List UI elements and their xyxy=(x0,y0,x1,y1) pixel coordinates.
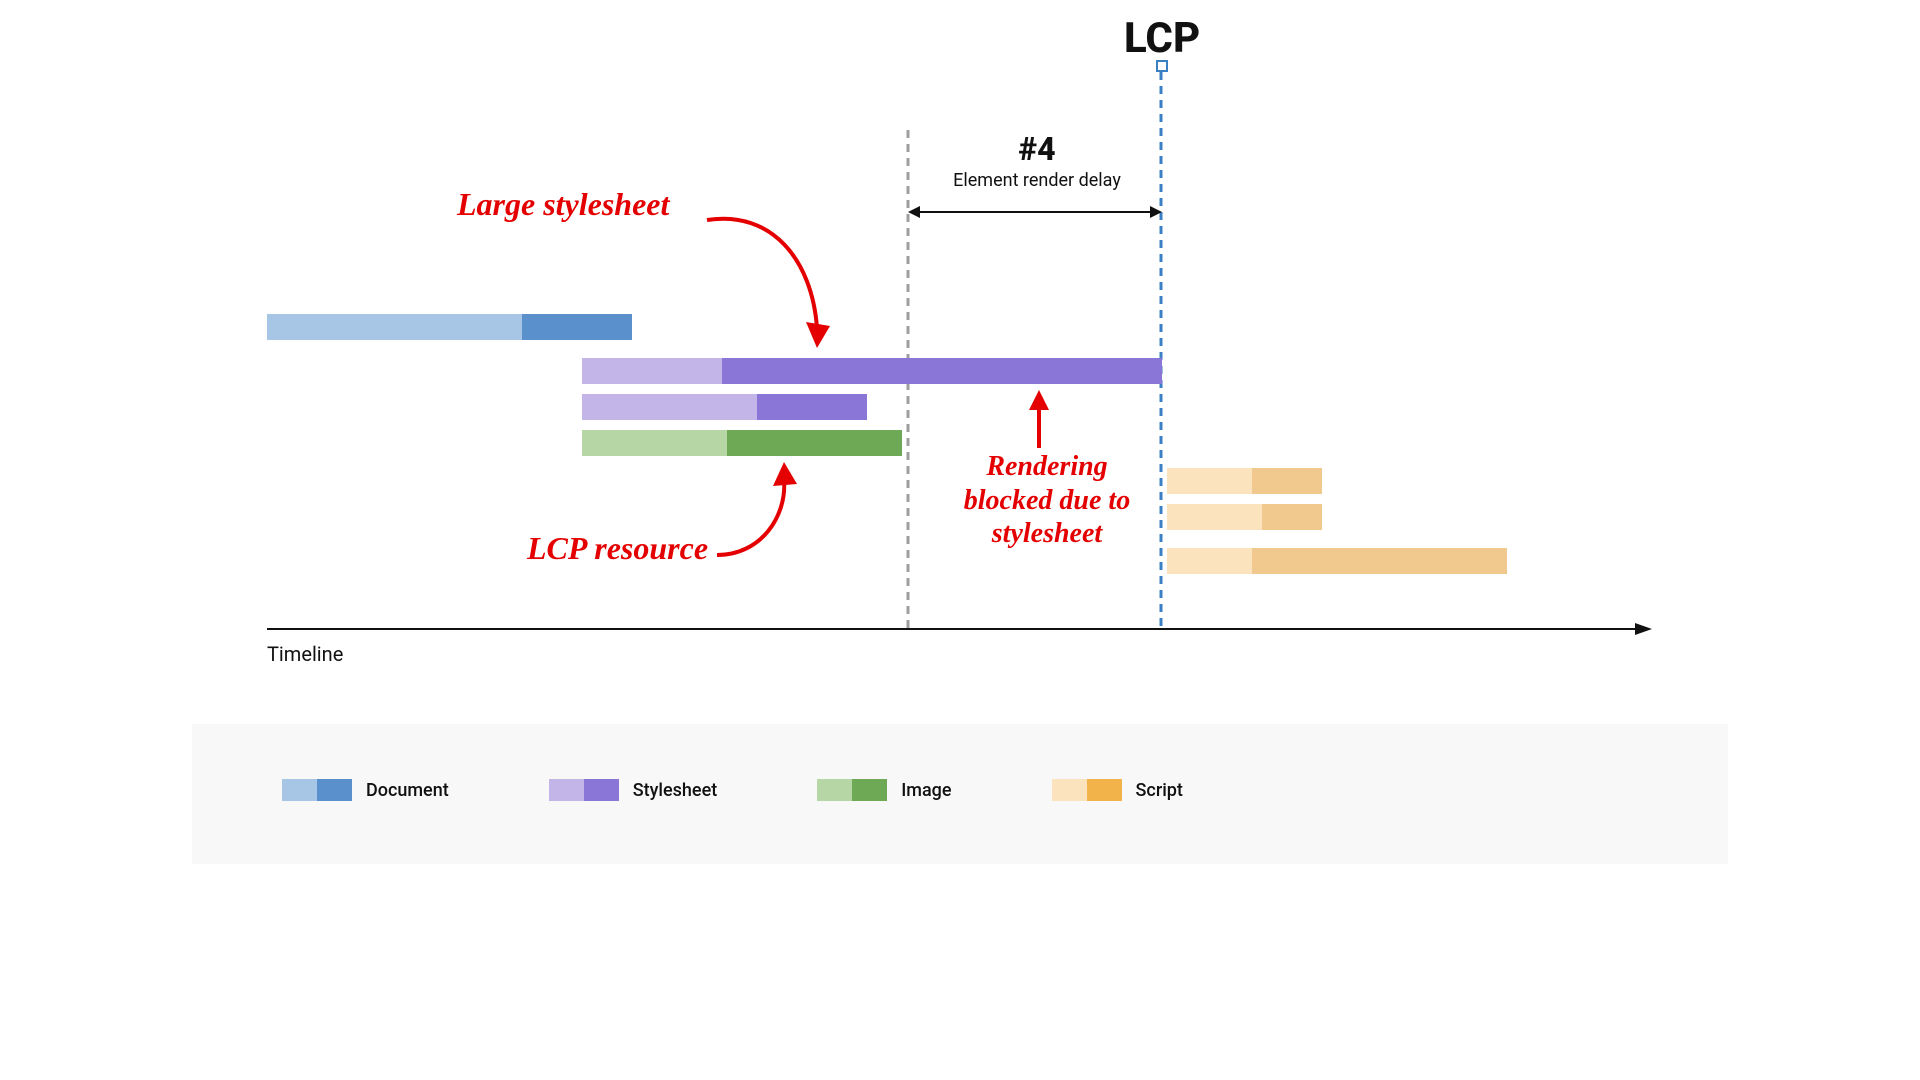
lcp-marker-handle xyxy=(1156,60,1168,72)
legend-stylesheet: Stylesheet xyxy=(549,779,717,801)
legend-image-label: Image xyxy=(901,780,951,801)
diagram-canvas: LCP #4 Element render delay xyxy=(192,0,1728,864)
bar-document xyxy=(267,314,632,340)
timeline-axis xyxy=(267,619,1652,639)
legend-document-label: Document xyxy=(366,780,449,801)
segment-label: Element render delay xyxy=(912,170,1162,191)
legend-stylesheet-label: Stylesheet xyxy=(633,780,717,801)
timeline-label: Timeline xyxy=(267,642,343,666)
annot-large-stylesheet: Large stylesheet xyxy=(457,186,669,223)
segment-number: #4 xyxy=(912,130,1162,168)
bar-script-1 xyxy=(1167,468,1322,494)
lcp-label: LCP xyxy=(1124,14,1200,63)
bar-lcp-image xyxy=(582,430,902,456)
legend: Document Stylesheet Image Script xyxy=(192,724,1728,864)
arrow-lcp-resource xyxy=(712,460,822,570)
annot-render-blocked: Rendering blocked due to stylesheet xyxy=(952,450,1142,551)
legend-script-label: Script xyxy=(1136,780,1183,801)
segment-label-block: #4 Element render delay xyxy=(912,130,1162,191)
legend-script: Script xyxy=(1052,779,1183,801)
arrow-render-blocked xyxy=(1024,390,1054,452)
legend-document: Document xyxy=(282,779,449,801)
bar-script-3 xyxy=(1167,548,1507,574)
bar-stylesheet-large xyxy=(582,358,1162,384)
arrow-large-stylesheet xyxy=(702,200,862,350)
bar-script-2 xyxy=(1167,504,1322,530)
segment-double-arrow xyxy=(908,200,1162,224)
legend-image: Image xyxy=(817,779,951,801)
bar-stylesheet-2 xyxy=(582,394,867,420)
annot-lcp-resource: LCP resource xyxy=(527,530,708,567)
